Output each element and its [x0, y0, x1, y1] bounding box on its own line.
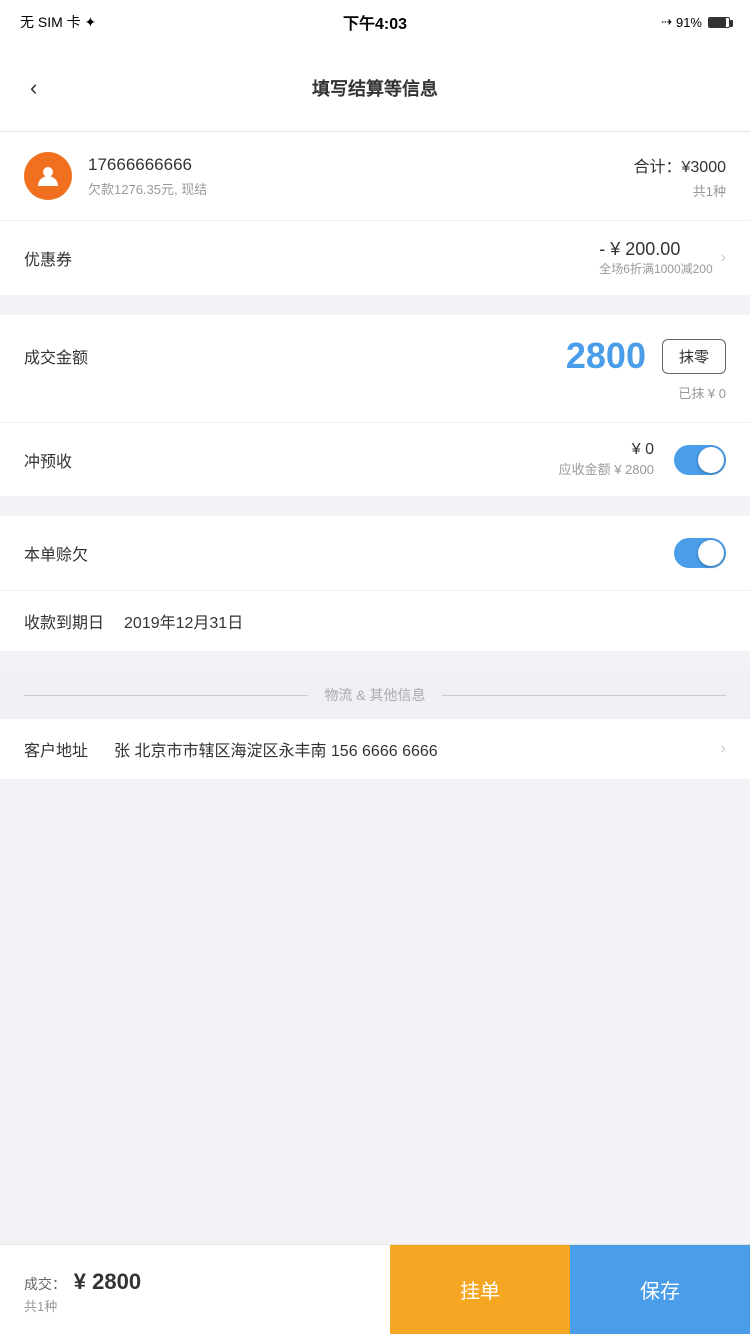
deal-amount-label: 成交金额 — [24, 344, 88, 368]
debit-toggle-knob — [698, 540, 724, 566]
total-label: 合计： — [633, 159, 681, 176]
bottom-deal-amount: ¥ 2800 — [74, 1269, 141, 1294]
prereceive-row: 冲预收 ¥ 0 应收金额 ¥ 2800 — [0, 422, 750, 496]
bottom-summary: 成交： ¥ 2800 共1种 — [0, 1264, 390, 1315]
customer-info: 17666666666 欠款1276.35元, 现结 — [88, 155, 207, 198]
duedate-value: 2019年12月31日 — [124, 609, 243, 633]
separator-1 — [0, 305, 750, 315]
address-value: 张 北京市市辖区海淀区永丰南 156 6666 6666 — [114, 737, 721, 761]
address-chevron-icon: › — [721, 740, 726, 758]
debit-toggle[interactable] — [674, 538, 726, 568]
page-title: 填写结算等信息 — [312, 75, 438, 101]
prereceive-right: ¥ 0 应收金额 ¥ 2800 — [559, 441, 726, 478]
deal-section: 成交金额 2800 抹零 已抹 ¥ 0 冲预收 ¥ 0 应收金额 ¥ 2800 — [0, 315, 750, 496]
debit-section: 本单赊欠 收款到期日 2019年12月31日 — [0, 516, 750, 651]
coupon-label: 优惠券 — [24, 246, 72, 270]
customer-row: 17666666666 欠款1276.35元, 现结 合计：¥3000 共1种 — [0, 132, 750, 220]
customer-left: 17666666666 欠款1276.35元, 现结 — [24, 152, 207, 200]
divider-text: 物流 & 其他信息 — [324, 685, 425, 705]
battery-level: 91% — [676, 15, 702, 30]
sim-status: 无 SIM 卡 ✦ — [20, 12, 96, 32]
bottom-deal-label: 成交： — [24, 1276, 66, 1292]
deal-sub-text: 已抹 ¥ 0 — [24, 383, 726, 402]
duedate-label: 收款到期日 — [24, 609, 104, 633]
customer-right: 合计：¥3000 共1种 — [633, 153, 726, 200]
address-section: 客户地址 张 北京市市辖区海淀区永丰南 156 6666 6666 › — [0, 719, 750, 779]
status-bar: 无 SIM 卡 ✦ 下午4:03 ⇢ 91% — [0, 0, 750, 44]
header: ‹ 填写结算等信息 — [0, 44, 750, 132]
deal-right: 2800 抹零 — [566, 335, 726, 377]
deal-main-row: 成交金额 2800 抹零 — [24, 335, 726, 377]
divider-line-left — [24, 695, 308, 696]
duedate-row: 收款到期日 2019年12月31日 — [0, 590, 750, 651]
divider-line-right — [442, 695, 726, 696]
separator-2 — [0, 506, 750, 516]
avatar — [24, 152, 72, 200]
back-button[interactable]: ‹ — [20, 65, 47, 111]
save-button[interactable]: 保存 — [570, 1245, 750, 1334]
status-bar-right: ⇢ 91% — [661, 14, 730, 30]
coupon-row[interactable]: 优惠券 - ¥ 200.00 全场6折满1000减200 › — [0, 220, 750, 295]
prereceive-label: 冲预收 — [24, 448, 72, 472]
deal-value: 2800 — [566, 335, 646, 377]
pending-button[interactable]: 挂单 — [390, 1245, 570, 1334]
debit-label: 本单赊欠 — [24, 541, 88, 565]
bottom-bar: 成交： ¥ 2800 共1种 挂单 保存 — [0, 1244, 750, 1334]
round-button[interactable]: 抹零 — [662, 339, 726, 374]
total-count: 共1种 — [633, 181, 726, 200]
status-bar-time: 下午4:03 — [343, 10, 407, 34]
chevron-right-icon: › — [721, 249, 726, 267]
debit-row: 本单赊欠 — [0, 516, 750, 590]
coupon-right: - ¥ 200.00 全场6折满1000减200 › — [599, 239, 726, 277]
customer-sub-info: 欠款1276.35元, 现结 — [88, 179, 207, 198]
address-label: 客户地址 — [24, 737, 94, 761]
address-row[interactable]: 客户地址 张 北京市市辖区海淀区永丰南 156 6666 6666 › — [0, 719, 750, 779]
battery-icon: ⇢ — [661, 14, 672, 30]
separator-3 — [0, 661, 750, 671]
coupon-desc: 全场6折满1000减200 — [599, 260, 712, 277]
total-amount: 合计：¥3000 — [633, 153, 726, 177]
customer-section: 17666666666 欠款1276.35元, 现结 合计：¥3000 共1种 … — [0, 132, 750, 295]
coupon-amount: - ¥ 200.00 — [599, 239, 712, 260]
prereceive-receivable: 应收金额 ¥ 2800 — [559, 459, 654, 478]
empty-space — [0, 789, 750, 949]
bottom-count: 共1种 — [24, 1296, 366, 1315]
total-value: ¥3000 — [682, 159, 727, 176]
section-divider: 物流 & 其他信息 — [0, 671, 750, 719]
prereceive-values: ¥ 0 应收金额 ¥ 2800 — [559, 441, 654, 478]
deal-amount-row: 成交金额 2800 抹零 已抹 ¥ 0 — [0, 315, 750, 422]
battery-bar — [708, 17, 730, 28]
prereceive-toggle[interactable] — [674, 445, 726, 475]
status-bar-left: 无 SIM 卡 ✦ — [20, 12, 96, 32]
toggle-knob — [698, 447, 724, 473]
prereceive-amount: ¥ 0 — [559, 441, 654, 459]
customer-phone: 17666666666 — [88, 155, 207, 175]
